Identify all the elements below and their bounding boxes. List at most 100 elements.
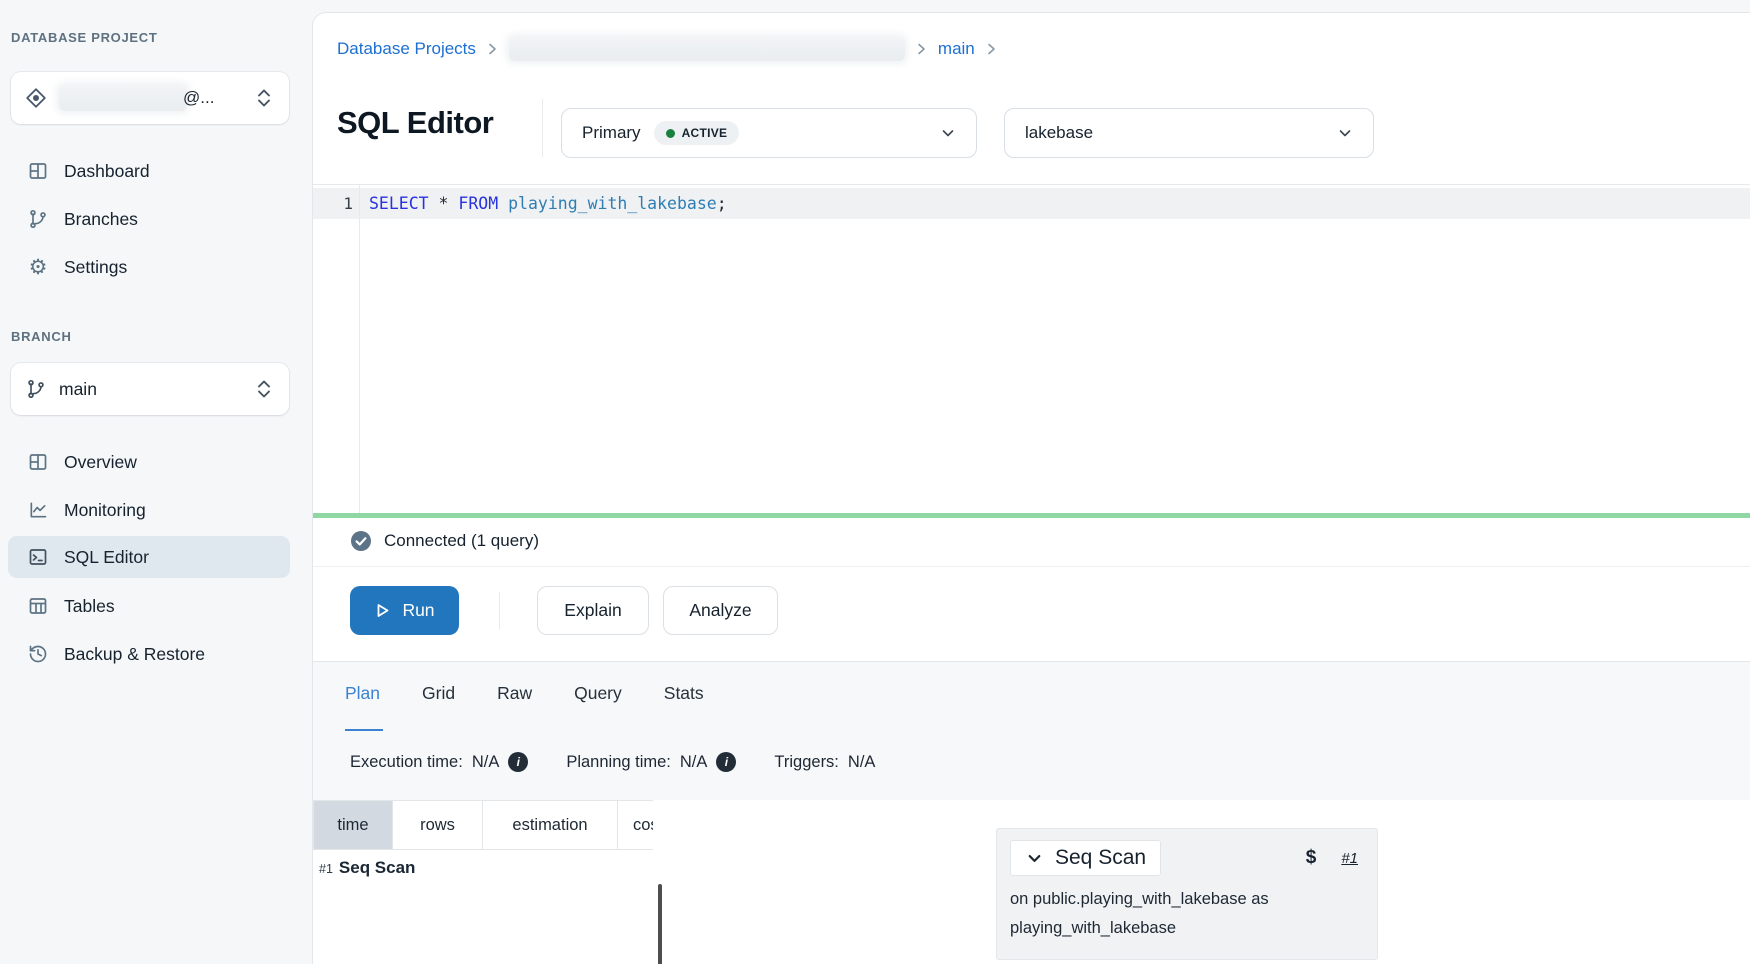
run-button-label: Run [402, 600, 434, 621]
results-tabs: Plan Grid Raw Query Stats [345, 683, 704, 704]
main-panel: Database Projects main SQL Editor Primar… [312, 12, 1750, 964]
node-description: on public.playing_with_lakebase as playi… [1010, 885, 1364, 942]
metric-label: Planning time: [566, 753, 671, 772]
analyze-button-label: Analyze [689, 600, 751, 621]
sidebar-item-overview[interactable]: Overview [8, 441, 290, 483]
chevron-down-icon [1025, 849, 1044, 868]
sidebar-item-label: Monitoring [64, 500, 146, 521]
plan-table-header: time rows estimation cost [313, 800, 656, 850]
connection-status-row: Connected (1 query) [350, 521, 539, 561]
green-dot-icon [666, 129, 675, 138]
column-header-cost[interactable]: cost [618, 800, 656, 850]
chevron-down-icon [1337, 125, 1353, 141]
sidebar-item-label: Dashboard [64, 161, 150, 182]
triggers-metric: Triggers: N/A [774, 753, 875, 772]
database-project-section-label: DATABASE PROJECT [11, 30, 158, 45]
tab-plan[interactable]: Plan [345, 683, 380, 704]
code-editor[interactable]: SELECT * FROM playing_with_lakebase; [369, 188, 727, 219]
status-badge-label: ACTIVE [682, 126, 728, 140]
execution-time-metric: Execution time: N/A i [350, 752, 528, 772]
page-title: SQL Editor [337, 105, 493, 141]
endpoint-dropdown[interactable]: Primary ACTIVE [561, 108, 977, 158]
sidebar-item-label: Settings [64, 257, 127, 278]
plan-table-row[interactable]: #1 Seq Scan [319, 858, 415, 878]
active-tab-underline [345, 729, 383, 731]
run-button[interactable]: Run [350, 586, 459, 635]
gear-icon: ⚙ [27, 256, 49, 278]
node-description-line: playing_with_lakebase [1010, 914, 1364, 943]
tab-raw[interactable]: Raw [497, 683, 532, 704]
tab-query[interactable]: Query [574, 683, 622, 704]
planning-time-metric: Planning time: N/A i [566, 752, 736, 772]
sidebar-item-branches[interactable]: Branches [8, 198, 290, 240]
sql-keyword: SELECT [369, 194, 429, 213]
seq-scan-node-card: Seq Scan $ #1 on public.playing_with_lak… [996, 828, 1378, 960]
analyze-button[interactable]: Analyze [663, 586, 778, 635]
sidebar-item-label: Backup & Restore [64, 644, 205, 665]
metric-value: N/A [680, 753, 708, 772]
breadcrumb-branch-main[interactable]: main [938, 39, 975, 59]
branch-icon [25, 378, 47, 400]
database-name: lakebase [1025, 123, 1093, 143]
terminal-icon [27, 546, 49, 568]
overview-grid-icon [27, 451, 49, 473]
breadcrumb-project-redacted[interactable] [509, 37, 905, 61]
plan-metrics: Execution time: N/A i Planning time: N/A… [350, 752, 875, 772]
connection-status-bar [313, 513, 1750, 518]
line-chart-icon [27, 499, 49, 521]
metric-label: Execution time: [350, 753, 463, 772]
project-name-redacted [59, 85, 187, 111]
results-panel: Plan Grid Raw Query Stats Execution time… [313, 662, 1750, 964]
tab-grid[interactable]: Grid [422, 683, 455, 704]
history-clock-icon [27, 643, 49, 665]
project-selector[interactable]: @... [11, 72, 289, 124]
sidebar-item-settings[interactable]: ⚙ Settings [8, 246, 290, 288]
node-collapse-toggle[interactable]: Seq Scan [1010, 840, 1161, 876]
title-divider [542, 99, 543, 157]
tab-stats[interactable]: Stats [664, 683, 704, 704]
node-description-line: on public.playing_with_lakebase as [1010, 885, 1364, 914]
info-icon[interactable]: i [508, 752, 528, 772]
chevron-right-icon [986, 42, 997, 56]
breadcrumb: Database Projects main [337, 36, 997, 62]
breadcrumb-database-projects[interactable]: Database Projects [337, 39, 476, 59]
chevron-right-icon [916, 42, 927, 56]
column-header-time[interactable]: time [313, 800, 393, 850]
sidebar-item-dashboard[interactable]: Dashboard [8, 150, 290, 192]
sidebar-item-backup-restore[interactable]: Backup & Restore [8, 633, 290, 675]
explain-button[interactable]: Explain [537, 586, 649, 635]
node-ref-link[interactable]: #1 [1341, 850, 1358, 867]
plan-table-scrollbar[interactable] [653, 800, 671, 964]
sql-operator: * [429, 194, 459, 213]
info-icon[interactable]: i [716, 752, 736, 772]
sidebar-item-label: Tables [64, 596, 115, 617]
explain-button-label: Explain [564, 600, 621, 621]
play-icon [374, 602, 391, 619]
plan-row-index: #1 [319, 862, 333, 876]
branch-selector-value: main [59, 379, 97, 400]
sidebar-item-sql-editor[interactable]: SQL Editor [8, 536, 290, 578]
plan-visualization-area: time rows estimation cost #1 Seq Scan [313, 800, 1750, 964]
sql-keyword: FROM [458, 194, 498, 213]
chevron-down-icon [940, 125, 956, 141]
scrollbar-thumb[interactable] [658, 884, 662, 964]
column-header-estimation[interactable]: estimation [483, 800, 618, 850]
app-window: DATABASE PROJECT @... Dashboard Branch [0, 0, 1750, 964]
metric-label: Triggers: [774, 753, 839, 772]
branches-icon [27, 208, 49, 230]
sidebar: DATABASE PROJECT @... Dashboard Branch [0, 0, 312, 964]
sidebar-item-tables[interactable]: Tables [8, 585, 290, 627]
project-name-masked-suffix: @... [183, 88, 214, 108]
sql-identifier: playing_with_lakebase [498, 194, 717, 213]
column-header-rows[interactable]: rows [393, 800, 483, 850]
node-cost-symbol: $ [1306, 847, 1317, 869]
metric-value: N/A [472, 753, 500, 772]
database-dropdown[interactable]: lakebase [1004, 108, 1374, 158]
sidebar-item-monitoring[interactable]: Monitoring [8, 489, 290, 531]
branch-selector[interactable]: main [11, 363, 289, 415]
metric-value: N/A [848, 753, 876, 772]
plan-row-node-name: Seq Scan [339, 858, 416, 878]
chevron-up-down-icon [253, 87, 275, 109]
connection-status-text: Connected (1 query) [384, 531, 539, 551]
node-title: Seq Scan [1055, 846, 1146, 870]
